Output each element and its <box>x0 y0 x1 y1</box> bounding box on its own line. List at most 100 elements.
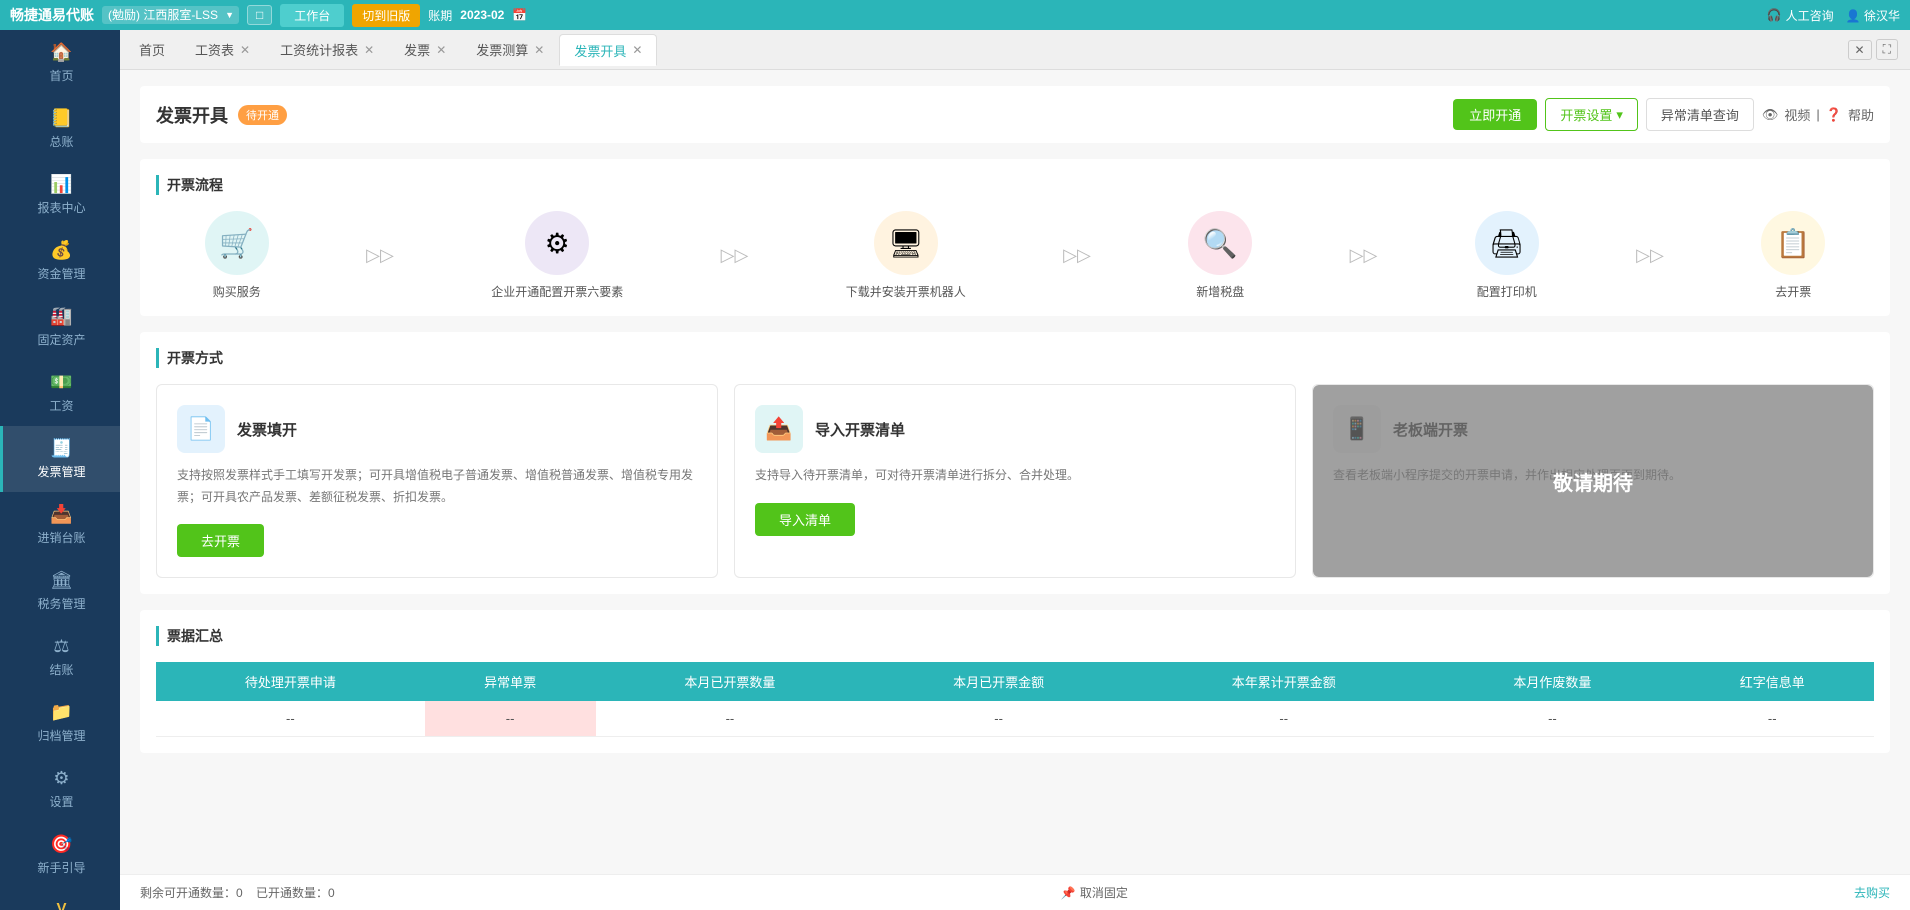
page-title-area: 发票开具 待开通 <box>156 102 287 128</box>
workbench-button[interactable]: 工作台 <box>280 4 344 27</box>
reports-icon: 📊 <box>50 174 72 195</box>
sidebar-item-home[interactable]: 🏠 首页 <box>0 30 120 96</box>
flow-steps: 🛒 购买服务 ▷▷ ⚙ 企业开通配置开票六要素 ▷▷ 🖥 下载并安装开票机器人 … <box>156 211 1874 300</box>
main-layout: 🏠 首页 📒 总账 📊 报表中心 💰 资金管理 🏭 固定资产 💵 工资 🧾 发票… <box>0 30 1910 910</box>
sidebar-item-settlement[interactable]: ⚖ 结账 <box>0 624 120 690</box>
tab-salary-report-close[interactable]: ✕ <box>364 43 374 57</box>
arrow-2: ▷▷ <box>721 245 749 266</box>
tab-invoice-tool[interactable]: 发票开具 ✕ <box>559 34 657 66</box>
tab-invoice-calc-close[interactable]: ✕ <box>534 43 544 57</box>
help-icon: ❓ <box>1826 107 1842 123</box>
tab-invoice-close[interactable]: ✕ <box>436 43 446 57</box>
help-label[interactable]: 帮助 <box>1848 105 1874 124</box>
th-month-count: 本月已开票数量 <box>596 662 865 701</box>
th-pending: 待处理开票申请 <box>156 662 425 701</box>
user-avatar[interactable]: 👤 徐汉华 <box>1846 7 1900 24</box>
sidebar-label-invoice: 发票管理 <box>37 463 85 480</box>
ledger-icon: 📒 <box>50 108 72 129</box>
sidebar-label-purchase: 进销台账 <box>37 529 85 546</box>
import-list-button[interactable]: 导入清单 <box>755 503 855 536</box>
buy-service-label: 购买服务 <box>213 283 261 300</box>
issue-icon: 📋 <box>1761 211 1825 275</box>
td-abnormal: -- <box>425 701 596 737</box>
coming-soon-overlay: 敬请期待 <box>1313 385 1873 577</box>
period-calendar-icon[interactable]: 📅 <box>512 8 527 22</box>
tab-bar: 首页 工资表 ✕ 工资统计报表 ✕ 发票 ✕ 发票测算 ✕ 发票开具 ✕ <box>120 30 1910 70</box>
sidebar-label-ledger: 总账 <box>49 133 73 150</box>
sidebar-item-funds[interactable]: 💰 资金管理 <box>0 228 120 294</box>
flow-step-config: ⚙ 企业开通配置开票六要素 <box>491 211 623 300</box>
sidebar-label-salary: 工资 <box>49 397 73 414</box>
td-red-note: -- <box>1670 701 1874 737</box>
tab-invoice-tool-close[interactable]: ✕ <box>632 43 642 57</box>
go-invoice-button[interactable]: 去开票 <box>177 524 264 557</box>
customer-service[interactable]: 🎧 人工咨询 <box>1767 7 1834 24</box>
method-card-boss: 📱 老板端开票 查看老板端小程序提交的开票申请，并作出相应处理页面到期待。 敬请… <box>1312 384 1874 578</box>
tab-controls: ✕ ⛶ <box>1848 39 1906 60</box>
sidebar-item-purchase[interactable]: 📥 进销台账 <box>0 492 120 558</box>
settings-icon: ⚙ <box>53 768 69 789</box>
abnormal-list-button[interactable]: 异常清单查询 <box>1646 98 1754 131</box>
tab-home-label: 首页 <box>139 40 165 59</box>
config-enterprise-label: 企业开通配置开票六要素 <box>491 283 623 300</box>
td-month-amount: -- <box>864 701 1133 737</box>
tab-invoice-calc[interactable]: 发票测算 ✕ <box>461 34 559 66</box>
company-selector[interactable]: (勉励) 江西服室-LSS <box>102 6 239 24</box>
sidebar-item-newbie[interactable]: 🎯 新手引导 <box>0 822 120 888</box>
tab-invoice-calc-label: 发票测算 <box>476 40 528 59</box>
purchase-icon: 📥 <box>50 504 72 525</box>
tab-salary-table-close[interactable]: ✕ <box>240 43 250 57</box>
sidebar-item-reports[interactable]: 📊 报表中心 <box>0 162 120 228</box>
arrow-5: ▷▷ <box>1636 245 1664 266</box>
arrow-1: ▷▷ <box>366 245 394 266</box>
sidebar-item-settings[interactable]: ⚙ 设置 <box>0 756 120 822</box>
user-icon: 👤 <box>1846 9 1861 23</box>
tab-salary-report[interactable]: 工资统计报表 ✕ <box>265 34 389 66</box>
tab-home[interactable]: 首页 <box>124 34 180 66</box>
sidebar-item-tax[interactable]: 🏛 税务管理 <box>0 558 120 624</box>
user-name-label: 徐汉华 <box>1864 9 1900 23</box>
app-logo: 畅捷通易代账 <box>10 5 94 25</box>
config-enterprise-icon: ⚙ <box>525 211 589 275</box>
funds-icon: 💰 <box>50 240 72 261</box>
import-method-icon: 📤 <box>755 405 803 453</box>
copy-button[interactable]: □ <box>247 5 272 25</box>
sidebar: 🏠 首页 📒 总账 📊 报表中心 💰 资金管理 🏭 固定资产 💵 工资 🧾 发票… <box>0 30 120 910</box>
tab-fullscreen-button[interactable]: ⛶ <box>1876 39 1898 60</box>
buy-link[interactable]: 去购买 <box>1854 884 1890 901</box>
tab-close-all-button[interactable]: ✕ <box>1848 40 1872 60</box>
view-label[interactable]: 视频 <box>1784 105 1810 124</box>
td-year-amount: -- <box>1133 701 1434 737</box>
sidebar-item-ledger[interactable]: 📒 总账 <box>0 96 120 162</box>
old-version-button[interactable]: 切到旧版 <box>352 4 420 27</box>
immediate-open-button[interactable]: 立即开通 <box>1453 99 1537 130</box>
company-select[interactable]: (勉励) 江西服室-LSS <box>102 6 239 24</box>
method-card-import: 📤 导入开票清单 支持导入待开票清单，可对待开票清单进行拆分、合并处理。 导入清… <box>734 384 1296 578</box>
manual-method-title: 发票填开 <box>237 419 297 440</box>
tab-invoice[interactable]: 发票 ✕ <box>389 34 461 66</box>
footer-pin[interactable]: 📌 取消固定 <box>1061 884 1128 901</box>
invoice-methods-grid: 📄 发票填开 支持按照发票样式手工填写开发票；可开具增值税电子普通发票、增值税普… <box>156 384 1874 578</box>
ticket-settings-button[interactable]: 开票设置 ▾ <box>1545 98 1638 131</box>
header-tools: 👁 视频 | ❓ 帮助 <box>1762 105 1874 124</box>
sidebar-label-reports: 报表中心 <box>37 199 85 216</box>
footer-info: 剩余可开通数量：0 已开通数量：0 <box>140 884 335 901</box>
page-content: 发票开具 待开通 立即开通 开票设置 ▾ 异常清单查询 👁 视频 | ❓ <box>120 70 1910 874</box>
tab-invoice-tool-label: 发票开具 <box>574 41 626 60</box>
buy-service-icon: 🛒 <box>205 211 269 275</box>
sidebar-item-assets[interactable]: 🏭 固定资产 <box>0 294 120 360</box>
page-title: 发票开具 <box>156 102 228 128</box>
page-header: 发票开具 待开通 立即开通 开票设置 ▾ 异常清单查询 👁 视频 | ❓ <box>140 86 1890 143</box>
sidebar-label-newbie: 新手引导 <box>37 859 85 876</box>
sidebar-item-archive[interactable]: 📁 归档管理 <box>0 690 120 756</box>
tab-salary-table[interactable]: 工资表 ✕ <box>180 34 265 66</box>
tab-salary-report-label: 工资统计报表 <box>280 40 358 59</box>
td-month-count: -- <box>596 701 865 737</box>
header-actions: 立即开通 开票设置 ▾ 异常清单查询 👁 视频 | ❓ 帮助 <box>1453 98 1874 131</box>
sidebar-item-member[interactable]: V 畅会员 <box>0 888 120 910</box>
sidebar-item-invoice[interactable]: 🧾 发票管理 <box>0 426 120 492</box>
issue-label: 去开票 <box>1775 283 1811 300</box>
settings-dropdown-label: 开票设置 <box>1560 105 1612 124</box>
sidebar-item-salary[interactable]: 💵 工资 <box>0 360 120 426</box>
flow-step-taxbox: 🔍 新增税盘 <box>1188 211 1252 300</box>
